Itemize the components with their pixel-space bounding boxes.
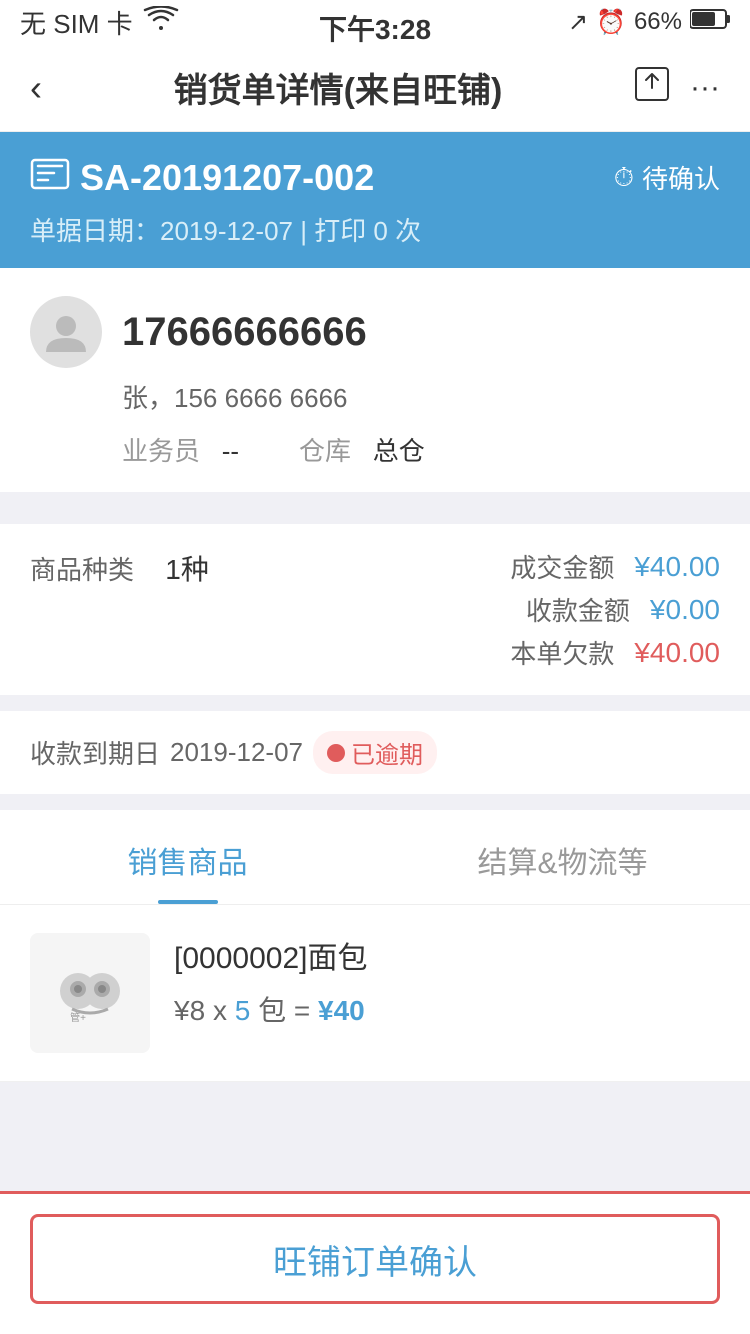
bottom-btn-wrap: 旺铺订单确认 bbox=[0, 1191, 750, 1334]
tab-settlement[interactable]: 结算&物流等 bbox=[375, 810, 750, 904]
clock-icon: ⏱ bbox=[614, 162, 634, 194]
customer-sub: 张，156 6666 6666 bbox=[122, 378, 720, 415]
status-label: 待确认 bbox=[642, 159, 720, 196]
product-name: [0000002]面包 bbox=[174, 933, 720, 977]
separator-1 bbox=[0, 508, 750, 524]
overdue-text: 已逾期 bbox=[351, 735, 423, 770]
alarm-icon: ⏰ bbox=[596, 8, 626, 37]
amount-owed: 本单欠款 ¥40.00 bbox=[510, 634, 720, 671]
price-multiplier: x bbox=[213, 995, 235, 1026]
product-qty: 5 bbox=[235, 995, 251, 1026]
svg-text:管+: 管+ bbox=[70, 1011, 86, 1023]
product-price: ¥8 x 5 包 = ¥40 bbox=[174, 989, 720, 1029]
confirm-order-button[interactable]: 旺铺订单确认 bbox=[30, 1214, 720, 1304]
nav-bar: ‹ 销货单详情(来自旺铺) ··· bbox=[0, 44, 750, 132]
amount-deal: 成交金额 ¥40.00 bbox=[510, 548, 720, 585]
order-header-card: SA-20191207-002 ⏱ 待确认 单据日期：2019-12-07 | … bbox=[0, 132, 750, 268]
status-bar: 无 SIM 卡 下午3:28 ↗ ⏰ 66% bbox=[0, 0, 750, 44]
product-thumbnail: 管+ bbox=[30, 933, 150, 1053]
order-icon bbox=[30, 156, 70, 199]
amount-received: 收款金额 ¥0.00 bbox=[526, 591, 720, 628]
avatar bbox=[30, 296, 102, 368]
product-total: ¥40 bbox=[318, 995, 365, 1026]
location-icon: ↗ bbox=[568, 8, 588, 37]
status-right: ↗ ⏰ 66% bbox=[568, 8, 730, 37]
sales-label: 业务员 -- bbox=[122, 431, 239, 468]
separator-2 bbox=[0, 695, 750, 711]
due-date-bar: 收款到期日 2019-12-07 已逾期 bbox=[0, 711, 750, 794]
customer-card: 17666666666 张，156 6666 6666 业务员 -- 仓库 总仓 bbox=[0, 268, 750, 492]
back-button[interactable]: ‹ bbox=[30, 67, 42, 109]
status-left: 无 SIM 卡 bbox=[20, 4, 179, 41]
order-meta: 单据日期：2019-12-07 | 打印 0 次 bbox=[30, 211, 720, 248]
price-value: ¥8 bbox=[174, 995, 205, 1026]
due-date-value: 2019-12-07 bbox=[170, 737, 303, 768]
price-equals: = bbox=[294, 995, 318, 1026]
share-icon[interactable] bbox=[634, 66, 670, 110]
sim-label: 无 SIM 卡 bbox=[20, 4, 133, 41]
product-unit: 包 bbox=[258, 995, 286, 1026]
separator-3 bbox=[0, 794, 750, 810]
customer-phone: 17666666666 bbox=[122, 310, 367, 355]
order-status: ⏱ 待确认 bbox=[614, 159, 720, 196]
battery-icon bbox=[690, 8, 730, 37]
page-title: 销货单详情(来自旺铺) bbox=[174, 63, 503, 112]
overdue-dot-icon bbox=[327, 744, 345, 762]
summary-row: 商品种类 1种 成交金额 ¥40.00 收款金额 ¥0.00 本单欠款 ¥40.… bbox=[0, 524, 750, 695]
nav-actions: ··· bbox=[634, 66, 720, 110]
more-icon[interactable]: ··· bbox=[690, 71, 720, 105]
product-info: [0000002]面包 ¥8 x 5 包 = ¥40 bbox=[174, 933, 720, 1029]
battery-label: 66% bbox=[634, 8, 682, 36]
tabs-bar: 销售商品 结算&物流等 bbox=[0, 810, 750, 905]
overdue-badge: 已逾期 bbox=[313, 731, 437, 774]
product-item: 管+ [0000002]面包 ¥8 x 5 包 = ¥40 bbox=[0, 905, 750, 1082]
item-type-row: 商品种类 1种 bbox=[30, 548, 209, 588]
status-time: 下午3:28 bbox=[319, 8, 431, 48]
due-date-label: 收款到期日 bbox=[30, 734, 160, 771]
customer-meta: 业务员 -- 仓库 总仓 bbox=[122, 431, 720, 468]
wifi-icon bbox=[143, 6, 179, 39]
summary-right: 成交金额 ¥40.00 收款金额 ¥0.00 本单欠款 ¥40.00 bbox=[510, 548, 720, 671]
warehouse-label: 仓库 总仓 bbox=[299, 431, 425, 468]
product-list: 管+ [0000002]面包 ¥8 x 5 包 = ¥40 bbox=[0, 905, 750, 1082]
summary-left: 商品种类 1种 bbox=[30, 548, 209, 588]
tab-sales-products[interactable]: 销售商品 bbox=[0, 810, 375, 904]
order-id: SA-20191207-002 bbox=[30, 156, 374, 199]
